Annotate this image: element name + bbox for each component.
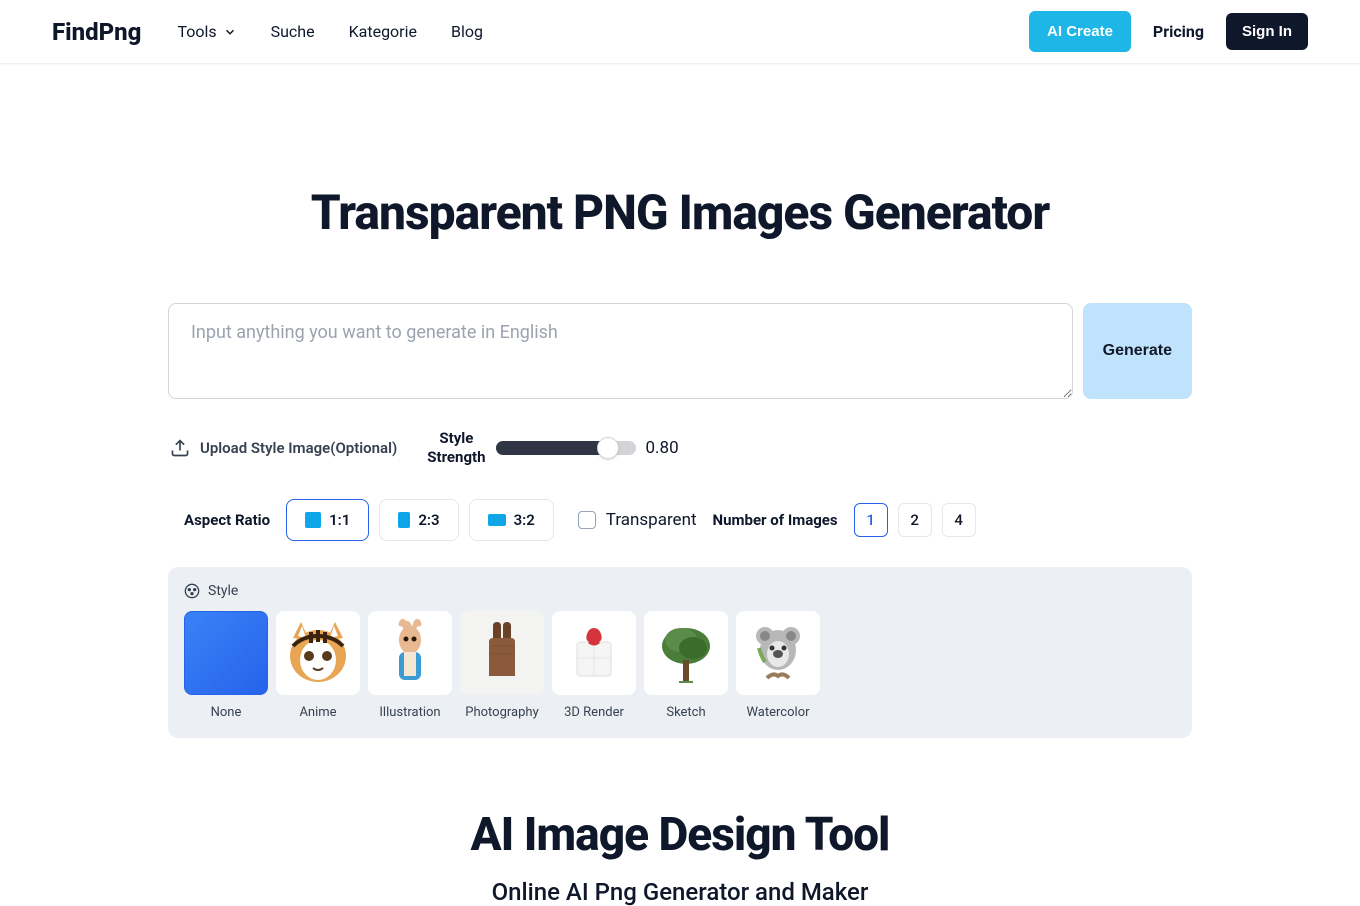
- style-3d-render-label: 3D Render: [552, 705, 636, 720]
- generate-button[interactable]: Generate: [1083, 303, 1192, 399]
- ratio-1-1-icon: [305, 512, 321, 528]
- ai-create-button[interactable]: AI Create: [1029, 11, 1131, 52]
- strength-label: Style Strength: [427, 429, 485, 467]
- style-illustration[interactable]: Illustration: [368, 611, 452, 720]
- style-row: None Anime Illustration Photography: [184, 611, 1176, 720]
- logo[interactable]: FindPng: [52, 18, 141, 46]
- style-panel: Style None Anime Illustration: [168, 567, 1192, 738]
- prompt-input[interactable]: [168, 303, 1073, 399]
- style-photography-thumb: [460, 611, 544, 695]
- style-3d-render-thumb: [552, 611, 636, 695]
- style-photography[interactable]: Photography: [460, 611, 544, 720]
- transparent-label: Transparent: [606, 510, 697, 530]
- ratio-2-3-icon: [398, 512, 410, 528]
- generate-row: Generate: [168, 303, 1192, 399]
- style-sketch[interactable]: Sketch: [644, 611, 728, 720]
- aspect-1-1[interactable]: 1:1: [286, 499, 369, 541]
- nav: Tools Suche Kategorie Blog: [177, 22, 483, 41]
- num-4[interactable]: 4: [942, 503, 976, 537]
- style-none-thumb: [184, 611, 268, 695]
- slider-fill: [496, 441, 608, 455]
- style-illustration-label: Illustration: [368, 705, 452, 720]
- style-anime-label: Anime: [276, 705, 360, 720]
- subsubheading: Online AI Png Generator and Maker: [168, 878, 1192, 906]
- style-anime[interactable]: Anime: [276, 611, 360, 720]
- page-title: Transparent PNG Images Generator: [168, 184, 1192, 241]
- style-illustration-thumb: [368, 611, 452, 695]
- aspect-ratio-group: 1:1 2:3 3:2: [286, 499, 554, 541]
- transparent-toggle[interactable]: Transparent: [578, 510, 697, 530]
- style-watercolor[interactable]: Watercolor: [736, 611, 820, 720]
- style-watercolor-thumb: [736, 611, 820, 695]
- style-sketch-thumb: [644, 611, 728, 695]
- aspect-ratio-label: Aspect Ratio: [184, 511, 270, 529]
- main: Transparent PNG Images Generator Generat…: [168, 64, 1192, 906]
- header: FindPng Tools Suche Kategorie Blog AI Cr…: [0, 0, 1360, 64]
- nav-tools[interactable]: Tools: [177, 22, 236, 41]
- num-1[interactable]: 1: [854, 503, 888, 537]
- style-label: Style: [208, 583, 238, 599]
- palette-icon: [184, 583, 200, 599]
- subheading: AI Image Design Tool: [168, 808, 1192, 862]
- style-sketch-label: Sketch: [644, 705, 728, 720]
- ratio-3-2-icon: [488, 514, 506, 526]
- style-none[interactable]: None: [184, 611, 268, 720]
- header-right: AI Create Pricing Sign In: [1029, 11, 1308, 52]
- style-photography-label: Photography: [460, 705, 544, 720]
- upload-icon: [170, 438, 190, 458]
- slider-thumb[interactable]: [597, 437, 619, 459]
- num-2[interactable]: 2: [898, 503, 932, 537]
- aspect-3-2-label: 3:2: [514, 511, 535, 529]
- style-header: Style: [184, 583, 1176, 599]
- strength-slider[interactable]: [496, 441, 636, 455]
- upload-label: Upload Style Image(Optional): [200, 439, 397, 457]
- style-strength: Style Strength 0.80: [427, 429, 678, 467]
- aspect-3-2[interactable]: 3:2: [469, 499, 554, 541]
- upload-style-image[interactable]: Upload Style Image(Optional): [170, 438, 397, 458]
- controls-row-1: Upload Style Image(Optional) Style Stren…: [168, 429, 1192, 467]
- nav-blog[interactable]: Blog: [451, 22, 483, 41]
- strength-value: 0.80: [646, 438, 679, 458]
- sign-in-button[interactable]: Sign In: [1226, 13, 1308, 50]
- style-3d-render[interactable]: 3D Render: [552, 611, 636, 720]
- aspect-2-3-label: 2:3: [418, 511, 439, 529]
- number-images-label: Number of Images: [713, 511, 838, 529]
- style-none-label: None: [184, 705, 268, 720]
- number-images-group: 1 2 4: [854, 503, 976, 537]
- aspect-2-3[interactable]: 2:3: [379, 499, 458, 541]
- nav-category[interactable]: Kategorie: [349, 22, 417, 41]
- aspect-1-1-label: 1:1: [329, 511, 350, 529]
- style-watercolor-label: Watercolor: [736, 705, 820, 720]
- controls-row-2: Aspect Ratio 1:1 2:3 3:2 Transparent Num…: [168, 499, 1192, 541]
- transparent-checkbox[interactable]: [578, 511, 596, 529]
- pricing-link[interactable]: Pricing: [1153, 22, 1204, 41]
- nav-search[interactable]: Suche: [271, 22, 315, 41]
- chevron-down-icon: [223, 25, 237, 39]
- style-anime-thumb: [276, 611, 360, 695]
- nav-tools-label: Tools: [177, 22, 216, 41]
